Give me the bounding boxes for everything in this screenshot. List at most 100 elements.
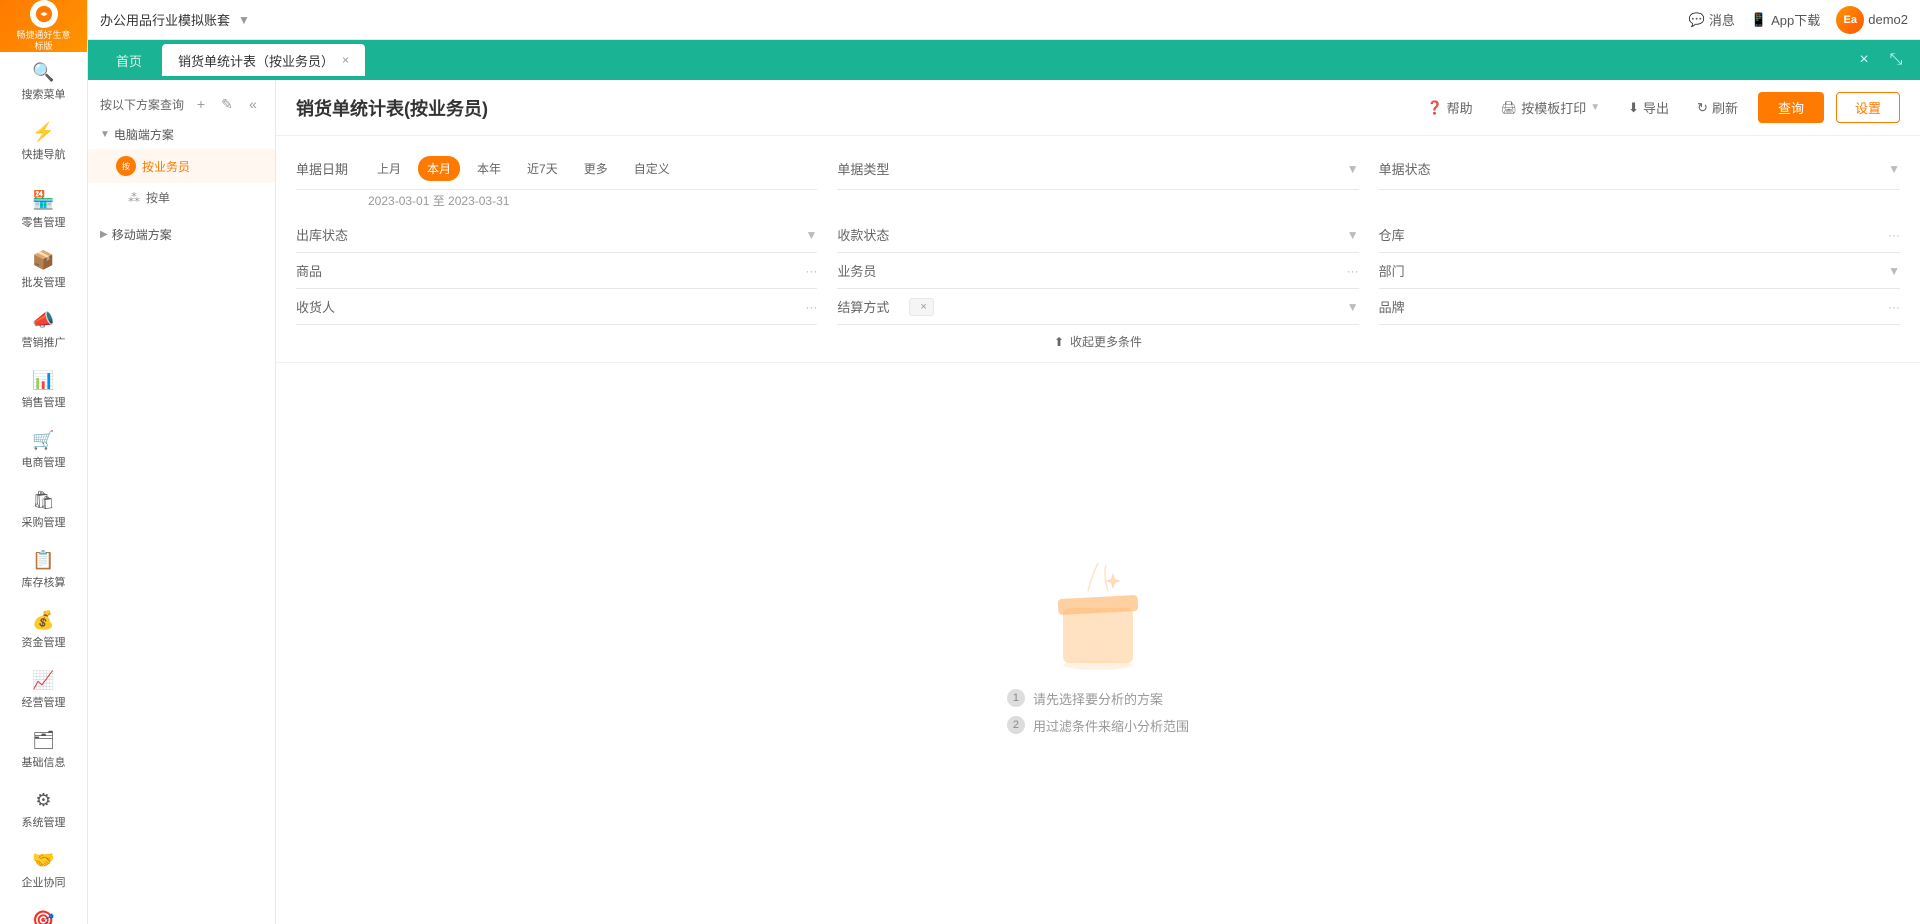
warehouse-dots-icon[interactable]: ··· — [1888, 228, 1900, 242]
brand-dots-icon[interactable]: ··· — [1888, 300, 1900, 314]
department-label: 部门 — [1379, 261, 1451, 280]
top-bar-right: 💬 消息 📱 App下载 Ea demo2 — [1689, 6, 1908, 34]
help-button[interactable]: ❓ 帮助 — [1418, 94, 1480, 121]
sidebar-item-label-operations: 经营管理 — [22, 694, 66, 710]
desktop-group-header[interactable]: ▼ 电脑端方案 — [88, 120, 275, 149]
tab-active[interactable]: 销货单统计表（按业务员） × — [162, 44, 365, 76]
date-btn-this-month[interactable]: 本月 — [418, 156, 460, 181]
sidebar-item-ecommerce[interactable]: 🛒 电商管理 — [0, 420, 88, 480]
salesperson-dots-icon[interactable]: ··· — [1347, 264, 1359, 278]
collapse-filters-button[interactable]: ⬆ 收起更多条件 — [296, 325, 1900, 350]
quick-nav-icon: ⚡ — [32, 122, 54, 143]
date-btn-7days[interactable]: 近7天 — [518, 156, 567, 181]
sidebar-item-system[interactable]: ⚙ 系统管理 — [0, 780, 88, 840]
refresh-button[interactable]: ↻ 刷新 — [1689, 94, 1746, 121]
sidebar-item-label-enterprise: 企业协同 — [22, 874, 66, 890]
pay-status-dropdown-icon[interactable]: ▼ — [1347, 228, 1359, 242]
message-button[interactable]: 💬 消息 — [1689, 10, 1735, 29]
window-close-button[interactable]: × — [1852, 48, 1876, 72]
sidebar-item-label-inventory: 库存核算 — [22, 574, 66, 590]
goods-dots-icon[interactable]: ··· — [805, 264, 817, 278]
payment-value[interactable]: × — [909, 298, 1346, 316]
sidebar-item-search-menu[interactable]: 🔍 搜索菜单 — [0, 52, 88, 112]
goods-filter: 商品 ··· — [296, 253, 817, 289]
department-filter: 部门 ▼ — [1379, 253, 1900, 289]
empty-hint-2: 2 用过滤条件来缩小分析范围 — [1007, 716, 1189, 735]
tab-home[interactable]: 首页 — [100, 44, 158, 76]
payment-tag-close[interactable]: × — [920, 301, 926, 313]
scheme-by-salesperson[interactable]: 按 按业务员 — [88, 149, 275, 183]
wholesale-icon: 📦 — [32, 250, 54, 271]
payment-tag: × — [909, 298, 933, 316]
app-logo[interactable]: 畅捷通好生意 标版 — [0, 0, 88, 52]
sidebar-item-wholesale[interactable]: 📦 批发管理 — [0, 240, 88, 300]
settings-button[interactable]: 设置 — [1836, 92, 1900, 123]
sidebar-item-newbie[interactable]: 🎯 新手引导 — [0, 900, 88, 924]
date-btn-this-year[interactable]: 本年 — [468, 156, 510, 181]
mobile-group-header[interactable]: ▶ 移动端方案 — [88, 220, 275, 249]
tab-close-icon[interactable]: × — [342, 53, 349, 67]
user-menu[interactable]: Ea demo2 — [1836, 6, 1908, 34]
sidebar-item-purchase[interactable]: 🛍 采购管理 — [0, 480, 88, 540]
sidebar-item-enterprise[interactable]: 🤝 企业协同 — [0, 840, 88, 900]
type-dropdown-icon[interactable]: ▼ — [1347, 162, 1359, 176]
desktop-arrow-icon: ▼ — [100, 129, 110, 140]
add-scheme-button[interactable]: + — [191, 94, 211, 114]
top-bar-left: 办公用品行业模拟账套 ▼ — [100, 10, 250, 29]
filter-area: 单据日期 上月 本月 本年 近7天 更多 自定义 — [276, 136, 1920, 363]
desktop-scheme-group: ▼ 电脑端方案 按 按业务员 ⁂ 按单 — [88, 120, 275, 220]
collapse-panel-button[interactable]: « — [243, 94, 263, 114]
edit-scheme-button[interactable]: ✎ — [217, 94, 237, 114]
mobile-scheme-group: ▶ 移动端方案 — [88, 220, 275, 257]
scheme-by-order[interactable]: ⁂ 按单 — [88, 183, 275, 212]
payment-dropdown-icon[interactable]: ▼ — [1347, 300, 1359, 314]
print-button[interactable]: 🖨 按模板打印 ▼ — [1493, 94, 1608, 121]
app-download-label: App下载 — [1771, 10, 1820, 29]
receiver-label: 收货人 — [296, 297, 368, 316]
sidebar-item-marketing[interactable]: 📣 营销推广 — [0, 300, 88, 360]
order-scheme-label: 按单 — [146, 189, 170, 206]
app-download-button[interactable]: 📱 App下载 — [1751, 10, 1820, 29]
refresh-label: 刷新 — [1712, 98, 1738, 117]
date-btn-more[interactable]: 更多 — [575, 156, 617, 181]
status-filter: 单据状态 ▼ — [1379, 148, 1900, 190]
date-value: 上月 本月 本年 近7天 更多 自定义 — [368, 156, 817, 181]
salesperson-label: 业务员 — [837, 261, 909, 280]
account-dropdown-icon[interactable]: ▼ — [238, 13, 250, 27]
sidebar-item-retail[interactable]: 🏪 零售管理 — [0, 180, 88, 240]
date-filter: 单据日期 上月 本月 本年 近7天 更多 自定义 — [296, 148, 817, 190]
out-status-dropdown-icon[interactable]: ▼ — [805, 228, 817, 242]
status-label: 单据状态 — [1379, 159, 1451, 178]
salesperson-scheme-icon: 按 — [116, 156, 136, 176]
date-btn-last-month[interactable]: 上月 — [368, 156, 410, 181]
export-icon: ⬇ — [1628, 100, 1639, 116]
sales-icon: 📊 — [32, 370, 54, 391]
desktop-group-label: 电脑端方案 — [114, 126, 174, 143]
collapse-label: 收起更多条件 — [1070, 333, 1142, 350]
sidebar-item-basic[interactable]: 🗂 基础信息 — [0, 720, 88, 780]
out-status-filter: 出库状态 ▼ — [296, 217, 817, 253]
sidebar-item-operations[interactable]: 📈 经营管理 — [0, 660, 88, 720]
query-button[interactable]: 查询 — [1758, 92, 1824, 123]
sidebar-item-quick-nav[interactable]: ⚡ 快捷导航 — [0, 112, 88, 172]
system-icon: ⚙ — [35, 790, 51, 811]
type-label: 单据类型 — [837, 159, 909, 178]
search-menu-icon: 🔍 — [32, 62, 54, 83]
mobile-group-label: 移动端方案 — [112, 226, 172, 243]
export-label: 导出 — [1643, 98, 1669, 117]
export-button[interactable]: ⬇ 导出 — [1620, 94, 1677, 121]
date-btn-custom[interactable]: 自定义 — [625, 156, 679, 181]
page-header: 销货单统计表(按业务员) ❓ 帮助 🖨 按模板打印 ▼ ⬇ 导出 — [276, 80, 1920, 136]
expand-button[interactable]: ⤡ — [1884, 48, 1908, 72]
sidebar-item-finance[interactable]: 💰 资金管理 — [0, 600, 88, 660]
receiver-dots-icon[interactable]: ··· — [805, 300, 817, 314]
page-content: 按以下方案查询 + ✎ « ▼ 电脑端方案 按 按业务员 ⁂ 按 — [88, 80, 1920, 924]
status-dropdown-icon[interactable]: ▼ — [1888, 162, 1900, 176]
empty-graphic — [1038, 553, 1158, 673]
department-dropdown-icon[interactable]: ▼ — [1888, 264, 1900, 278]
empty-hints: 1 请先选择要分析的方案 2 用过滤条件来缩小分析范围 — [1007, 689, 1189, 735]
sidebar-item-label-purchase: 采购管理 — [22, 514, 66, 530]
sidebar-item-sales[interactable]: 📊 销售管理 — [0, 360, 88, 420]
help-icon: ❓ — [1426, 100, 1442, 116]
sidebar-item-inventory[interactable]: 📋 库存核算 — [0, 540, 88, 600]
